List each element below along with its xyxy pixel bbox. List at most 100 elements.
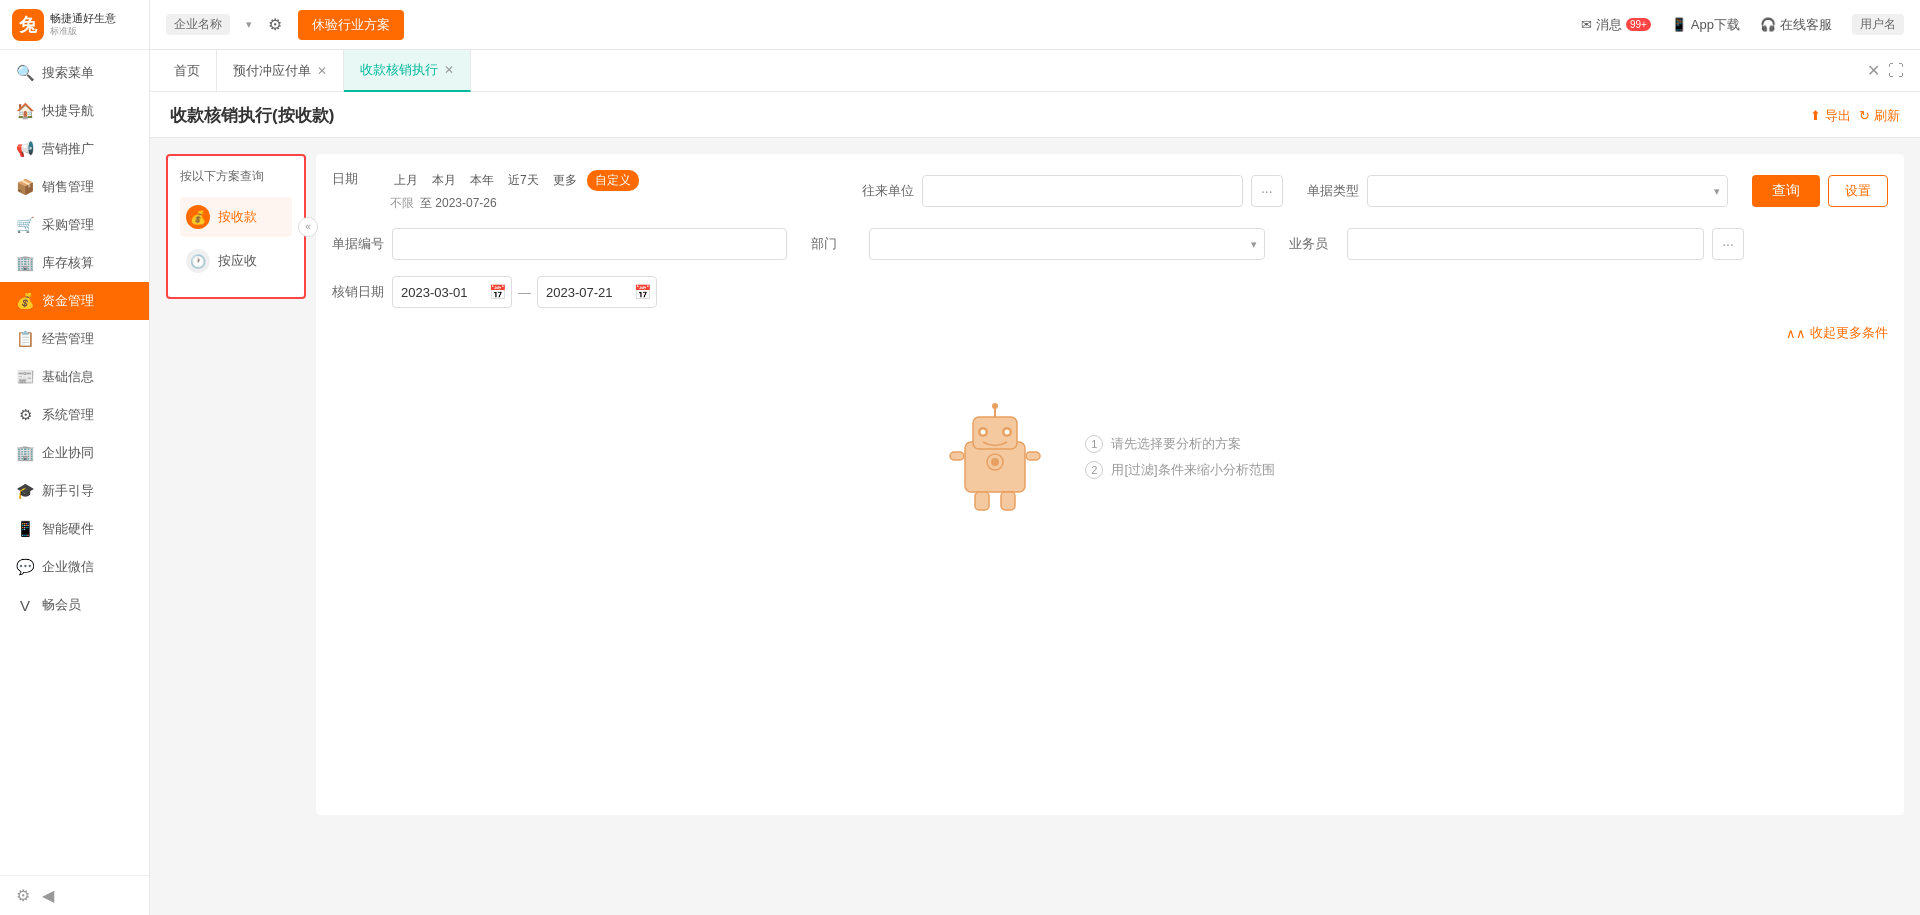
- setting-btn[interactable]: 设置: [1828, 175, 1888, 207]
- system-icon: ⚙: [16, 406, 34, 424]
- tab-prepay-close-icon[interactable]: ✕: [317, 64, 327, 78]
- svg-point-13: [991, 458, 999, 466]
- service-label: 在线客服: [1780, 16, 1832, 34]
- finance-icon: 💰: [16, 292, 34, 310]
- form-row-2: 单据编号 部门 ▾ 业务员: [332, 228, 1888, 260]
- svg-rect-8: [950, 452, 964, 460]
- sidebar-item-smart-hw[interactable]: 📱 智能硬件: [0, 510, 149, 548]
- sidebar-label-member: 畅会员: [42, 596, 81, 614]
- dept-select-wrap: ▾: [869, 228, 1266, 260]
- sidebar-item-tutorial[interactable]: 🎓 新手引导: [0, 472, 149, 510]
- search-form: 日期 上月 本月 本年 近7天 更多 自定义 不限: [316, 154, 1904, 815]
- sidebar-label-enterprise: 企业协同: [42, 444, 94, 462]
- empty-tips: 1 请先选择要分析的方案 2 用[过滤]条件来缩小分析范围: [1085, 435, 1274, 479]
- app-download-btn[interactable]: 📱 App下载: [1671, 16, 1740, 34]
- message-btn[interactable]: ✉ 消息 99+: [1581, 16, 1651, 34]
- page-header: 收款核销执行(按收款) ⬆ 导出 ↻ 刷新: [150, 92, 1920, 138]
- sidebar-item-marketing[interactable]: 📢 营销推广: [0, 130, 149, 168]
- collapse-icon: «: [305, 221, 311, 232]
- sidebar-label-smart-hw: 智能硬件: [42, 520, 94, 538]
- sidebar-label-marketing: 营销推广: [42, 140, 94, 158]
- partner-field: 往来单位 ···: [862, 175, 1283, 207]
- logo-text-wrap: 畅捷通好生意 标准版: [50, 11, 116, 38]
- sidebar-item-finance[interactable]: 💰 资金管理: [0, 282, 149, 320]
- partner-dots-btn[interactable]: ···: [1251, 175, 1283, 207]
- date-chip-custom[interactable]: 自定义: [587, 170, 639, 191]
- tab-receive[interactable]: 收款核销执行 ✕: [344, 50, 471, 92]
- verify-date-range: 📅 — 📅: [392, 276, 657, 308]
- date-chip-7days[interactable]: 近7天: [504, 170, 543, 191]
- logo-app-name: 畅捷通好生意: [50, 11, 116, 25]
- sidebar-item-inventory[interactable]: 🏢 库存核算: [0, 244, 149, 282]
- user-profile[interactable]: 用户名: [1852, 14, 1904, 35]
- brand-chevron-icon[interactable]: ▾: [246, 18, 252, 31]
- bottom-settings-icon[interactable]: ⚙: [16, 886, 30, 905]
- tab-receive-label: 收款核销执行: [360, 61, 438, 79]
- dept-select[interactable]: [869, 228, 1266, 260]
- svg-point-5: [1005, 430, 1010, 435]
- tip2-text: 用[过滤]条件来缩小分析范围: [1111, 461, 1274, 479]
- sidebar-item-operation[interactable]: 📋 经营管理: [0, 320, 149, 358]
- tab-close-window-icon[interactable]: ✕: [1867, 61, 1880, 80]
- staff-dots-btn[interactable]: ···: [1712, 228, 1744, 260]
- empty-tip-2: 2 用[过滤]条件来缩小分析范围: [1085, 461, 1274, 479]
- service-btn[interactable]: 🎧 在线客服: [1760, 16, 1832, 34]
- partner-input[interactable]: [922, 175, 1243, 207]
- tab-prepay[interactable]: 预付冲应付单 ✕: [217, 50, 344, 92]
- empty-state: 1 请先选择要分析的方案 2 用[过滤]条件来缩小分析范围: [332, 342, 1888, 572]
- doc-no-input[interactable]: [392, 228, 787, 260]
- date-chip-last-month[interactable]: 上月: [390, 170, 422, 191]
- staff-field: 业务员 ···: [1289, 228, 1744, 260]
- quick-nav-icon: 🏠: [16, 102, 34, 120]
- sidebar-label-wechat: 企业微信: [42, 558, 94, 576]
- content-layout: 按以下方案查询 💰 按收款 🕐 按应收 «: [150, 138, 1920, 831]
- tab-receive-close-icon[interactable]: ✕: [444, 63, 454, 77]
- refresh-btn[interactable]: ↻ 刷新: [1859, 107, 1900, 125]
- filter-by-receipt[interactable]: 💰 按收款: [180, 197, 292, 237]
- bottom-collapse-icon[interactable]: ◀: [42, 886, 54, 905]
- tab-home[interactable]: 首页: [158, 50, 217, 92]
- collapse-more-btn[interactable]: ∧∧ 收起更多条件: [1786, 324, 1888, 342]
- filter-panel: 按以下方案查询 💰 按收款 🕐 按应收 «: [166, 154, 306, 815]
- industry-btn[interactable]: 休验行业方案: [298, 10, 404, 40]
- sidebar-item-purchase[interactable]: 🛒 采购管理: [0, 206, 149, 244]
- svg-rect-9: [1026, 452, 1040, 460]
- export-icon: ⬆: [1810, 108, 1821, 123]
- search-btn[interactable]: 查询: [1752, 175, 1820, 207]
- doc-type-select[interactable]: [1367, 175, 1728, 207]
- date-chip-more[interactable]: 更多: [549, 170, 581, 191]
- gear-icon[interactable]: ⚙: [268, 15, 282, 34]
- tab-maximize-icon[interactable]: ⛶: [1888, 62, 1904, 80]
- purchase-icon: 🛒: [16, 216, 34, 234]
- robot-illustration: [945, 402, 1045, 512]
- tab-bar: 首页 预付冲应付单 ✕ 收款核销执行 ✕ ✕ ⛶: [150, 50, 1920, 92]
- sidebar-item-quick-nav[interactable]: 🏠 快捷导航: [0, 92, 149, 130]
- sidebar-label-finance: 资金管理: [42, 292, 94, 310]
- date-chip-this-month[interactable]: 本月: [428, 170, 460, 191]
- filter-by-receivable[interactable]: 🕐 按应收: [180, 241, 292, 281]
- wechat-icon: 💬: [16, 558, 34, 576]
- date-chips: 上月 本月 本年 近7天 更多 自定义: [390, 170, 639, 191]
- sidebar-item-member[interactable]: V 畅会员: [0, 586, 149, 624]
- verify-start-cal-icon[interactable]: 📅: [489, 284, 506, 300]
- tab-home-label: 首页: [174, 62, 200, 80]
- verify-end-cal-icon[interactable]: 📅: [634, 284, 651, 300]
- export-btn[interactable]: ⬆ 导出: [1810, 107, 1851, 125]
- sidebar: 兔 畅捷通好生意 标准版 🔍 搜索菜单 🏠 快捷导航 📢 营销推广 📦 销售管理…: [0, 0, 150, 915]
- date-chip-this-year[interactable]: 本年: [466, 170, 498, 191]
- partner-label: 往来单位: [862, 182, 914, 200]
- sidebar-item-basic-info[interactable]: 📰 基础信息: [0, 358, 149, 396]
- operation-icon: 📋: [16, 330, 34, 348]
- staff-input[interactable]: [1347, 228, 1704, 260]
- verify-date-end-wrap: 📅: [537, 276, 657, 308]
- sidebar-item-sales[interactable]: 📦 销售管理: [0, 168, 149, 206]
- sidebar-item-system[interactable]: ⚙ 系统管理: [0, 396, 149, 434]
- sidebar-label-purchase: 采购管理: [42, 216, 94, 234]
- empty-tip-1: 1 请先选择要分析的方案: [1085, 435, 1274, 453]
- sidebar-item-wechat[interactable]: 💬 企业微信: [0, 548, 149, 586]
- sidebar-item-enterprise[interactable]: 🏢 企业协同: [0, 434, 149, 472]
- sidebar-item-search-menu[interactable]: 🔍 搜索菜单: [0, 54, 149, 92]
- doc-type-select-wrap: ▾: [1367, 175, 1728, 207]
- doc-no-label: 单据编号: [332, 235, 384, 253]
- filter-panel-collapse-btn[interactable]: «: [298, 217, 318, 237]
